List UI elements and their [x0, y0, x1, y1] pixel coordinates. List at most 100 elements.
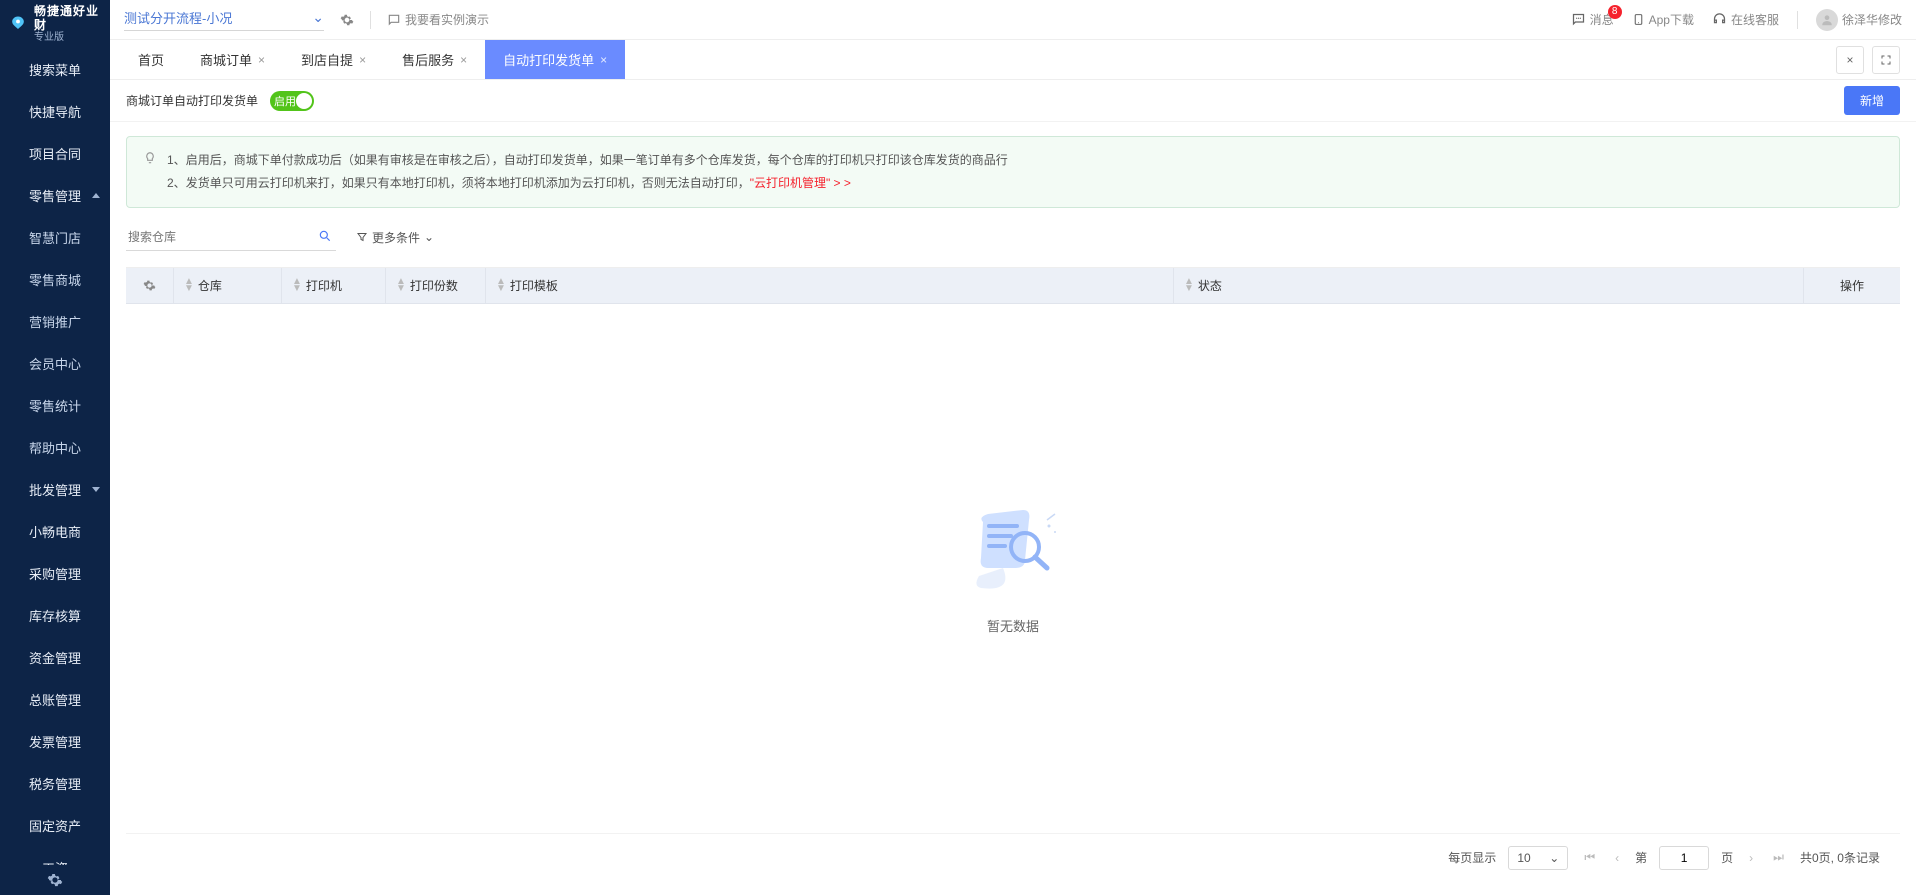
filter-icon: [356, 231, 368, 243]
close-icon[interactable]: ×: [460, 53, 467, 67]
chevron-down-icon: ⌄: [1549, 851, 1559, 865]
sidebar-project[interactable]: 项目合同: [0, 132, 110, 174]
demo-link[interactable]: 我要看实例演示: [387, 11, 489, 28]
expand-icon: [1880, 54, 1892, 66]
page-last-button[interactable]: ⏭: [1769, 848, 1788, 867]
switch-knob: [296, 93, 312, 109]
empty-illustration: [953, 502, 1073, 602]
side-menu: 搜索菜单 快捷导航 项目合同 零售管理 智慧门店 零售商城 营销推广 会员中心 …: [0, 48, 110, 865]
topbar: 测试分开流程-小况 ⌄ 我要看实例演示 消息 8 App下载: [110, 0, 1916, 40]
close-icon[interactable]: ×: [359, 53, 366, 67]
page-toolbar: 商城订单自动打印发货单 启用 新增: [110, 80, 1916, 122]
sidebar-retail-help[interactable]: 帮助中心: [0, 426, 110, 468]
filter-row: 更多条件 ⌄: [126, 224, 1900, 251]
tab-aftersale[interactable]: 售后服务×: [384, 40, 485, 79]
close-icon[interactable]: ×: [258, 53, 265, 67]
message-badge: 8: [1608, 5, 1622, 19]
th-printer[interactable]: ▲▼打印机: [282, 268, 386, 303]
sidebar-quicknav[interactable]: 快捷导航: [0, 90, 110, 132]
search-warehouse: [126, 224, 336, 251]
page-next-button[interactable]: ›: [1745, 849, 1757, 867]
toolbar-label: 商城订单自动打印发货单: [126, 92, 258, 109]
user-name: 徐泽华修改: [1842, 11, 1902, 28]
info-text: 1、启用后，商城下单付款成功后（如果有审核是在审核之后），自动打印发货单，如果一…: [167, 149, 1008, 195]
sidebar: 畅捷通好业财 专业版 搜索菜单 快捷导航 项目合同 零售管理 智慧门店 零售商城…: [0, 0, 110, 895]
sidebar-invoice[interactable]: 发票管理: [0, 720, 110, 762]
sidebar-inventory[interactable]: 库存核算: [0, 594, 110, 636]
cloud-printer-link[interactable]: "云打印机管理" > >: [750, 176, 851, 190]
page-first-button[interactable]: ⏮: [1580, 848, 1599, 867]
message-icon: [1571, 12, 1586, 27]
th-ops: 操作: [1804, 268, 1900, 303]
table-head: ▲▼仓库 ▲▼打印机 ▲▼打印份数 ▲▼打印模板 ▲▼状态 操作: [126, 268, 1900, 304]
sidebar-retail-member[interactable]: 会员中心: [0, 342, 110, 384]
enable-switch[interactable]: 启用: [270, 91, 314, 111]
messages-link[interactable]: 消息 8: [1571, 11, 1614, 28]
th-settings[interactable]: [126, 268, 174, 303]
page-input[interactable]: [1659, 846, 1709, 870]
org-selector[interactable]: 测试分开流程-小况 ⌄: [124, 8, 324, 31]
org-settings-icon[interactable]: [340, 13, 354, 27]
pagination: 每页显示 10 ⌄ ⏮ ‹ 第 页 › ⏭ 共0页, 0条记录: [126, 833, 1900, 881]
close-icon: ×: [1846, 53, 1853, 67]
brand-sub: 专业版: [34, 32, 102, 43]
content: 1、启用后，商城下单付款成功后（如果有审核是在审核之后），自动打印发货单，如果一…: [110, 122, 1916, 895]
search-icon[interactable]: [318, 229, 332, 246]
info-box: 1、启用后，商城下单付款成功后（如果有审核是在审核之后），自动打印发货单，如果一…: [126, 136, 1900, 208]
sidebar-retail-stats[interactable]: 零售统计: [0, 384, 110, 426]
page-prev-button[interactable]: ‹: [1611, 849, 1623, 867]
tab-pickup[interactable]: 到店自提×: [283, 40, 384, 79]
speech-icon: [387, 13, 401, 27]
sort-icon: ▲▼: [396, 278, 406, 292]
sidebar-search[interactable]: 搜索菜单: [0, 48, 110, 90]
sidebar-retail-smart[interactable]: 智慧门店: [0, 216, 110, 258]
th-warehouse[interactable]: ▲▼仓库: [174, 268, 282, 303]
sidebar-retail[interactable]: 零售管理: [0, 174, 110, 216]
table: ▲▼仓库 ▲▼打印机 ▲▼打印份数 ▲▼打印模板 ▲▼状态 操作: [126, 267, 1900, 833]
user-menu[interactable]: 徐泽华修改: [1816, 9, 1902, 31]
support-link[interactable]: 在线客服: [1712, 11, 1779, 28]
sort-icon: ▲▼: [184, 278, 194, 292]
fullscreen-button[interactable]: [1872, 46, 1900, 74]
sidebar-tax[interactable]: 税务管理: [0, 762, 110, 804]
sidebar-retail-marketing[interactable]: 营销推广: [0, 300, 110, 342]
page-summary: 共0页, 0条记录: [1800, 849, 1880, 866]
sidebar-wholesale[interactable]: 批发管理: [0, 468, 110, 510]
sort-icon: ▲▼: [496, 278, 506, 292]
add-button[interactable]: 新增: [1844, 86, 1900, 115]
sidebar-ledger[interactable]: 总账管理: [0, 678, 110, 720]
th-template[interactable]: ▲▼打印模板: [486, 268, 1174, 303]
tabbar: 首页 商城订单× 到店自提× 售后服务× 自动打印发货单× ×: [110, 40, 1916, 80]
per-page-select[interactable]: 10 ⌄: [1508, 846, 1568, 870]
sidebar-ecom[interactable]: 小畅电商: [0, 510, 110, 552]
th-status[interactable]: ▲▼状态: [1174, 268, 1804, 303]
main: 测试分开流程-小况 ⌄ 我要看实例演示 消息 8 App下载: [110, 0, 1916, 895]
chevron-down-icon: ⌄: [424, 230, 434, 244]
close-all-tabs-button[interactable]: ×: [1836, 46, 1864, 74]
app-download-link[interactable]: App下载: [1632, 11, 1694, 28]
sidebar-assets[interactable]: 固定资产: [0, 804, 110, 846]
headset-icon: [1712, 12, 1727, 27]
tab-home[interactable]: 首页: [120, 40, 182, 79]
filter-more[interactable]: 更多条件 ⌄: [356, 229, 434, 246]
sidebar-settings[interactable]: [0, 865, 110, 895]
tab-auto-print[interactable]: 自动打印发货单×: [485, 40, 625, 79]
per-page-label: 每页显示: [1448, 849, 1496, 866]
brand-title: 畅捷通好业财: [34, 5, 102, 31]
sidebar-retail-mall[interactable]: 零售商城: [0, 258, 110, 300]
gear-icon: [340, 13, 354, 27]
page-suffix: 页: [1721, 849, 1733, 866]
tab-mall-orders[interactable]: 商城订单×: [182, 40, 283, 79]
th-copies[interactable]: ▲▼打印份数: [386, 268, 486, 303]
sidebar-funds[interactable]: 资金管理: [0, 636, 110, 678]
search-input[interactable]: [126, 224, 336, 250]
brand-icon: [8, 14, 28, 34]
close-icon[interactable]: ×: [600, 53, 607, 67]
empty-text: 暂无数据: [987, 616, 1039, 635]
sort-icon: ▲▼: [1184, 278, 1194, 292]
divider: [370, 11, 371, 29]
avatar-icon: [1816, 9, 1838, 31]
sidebar-salary[interactable]: 工资: [0, 846, 110, 865]
page-prefix: 第: [1635, 849, 1647, 866]
sidebar-purchase[interactable]: 采购管理: [0, 552, 110, 594]
